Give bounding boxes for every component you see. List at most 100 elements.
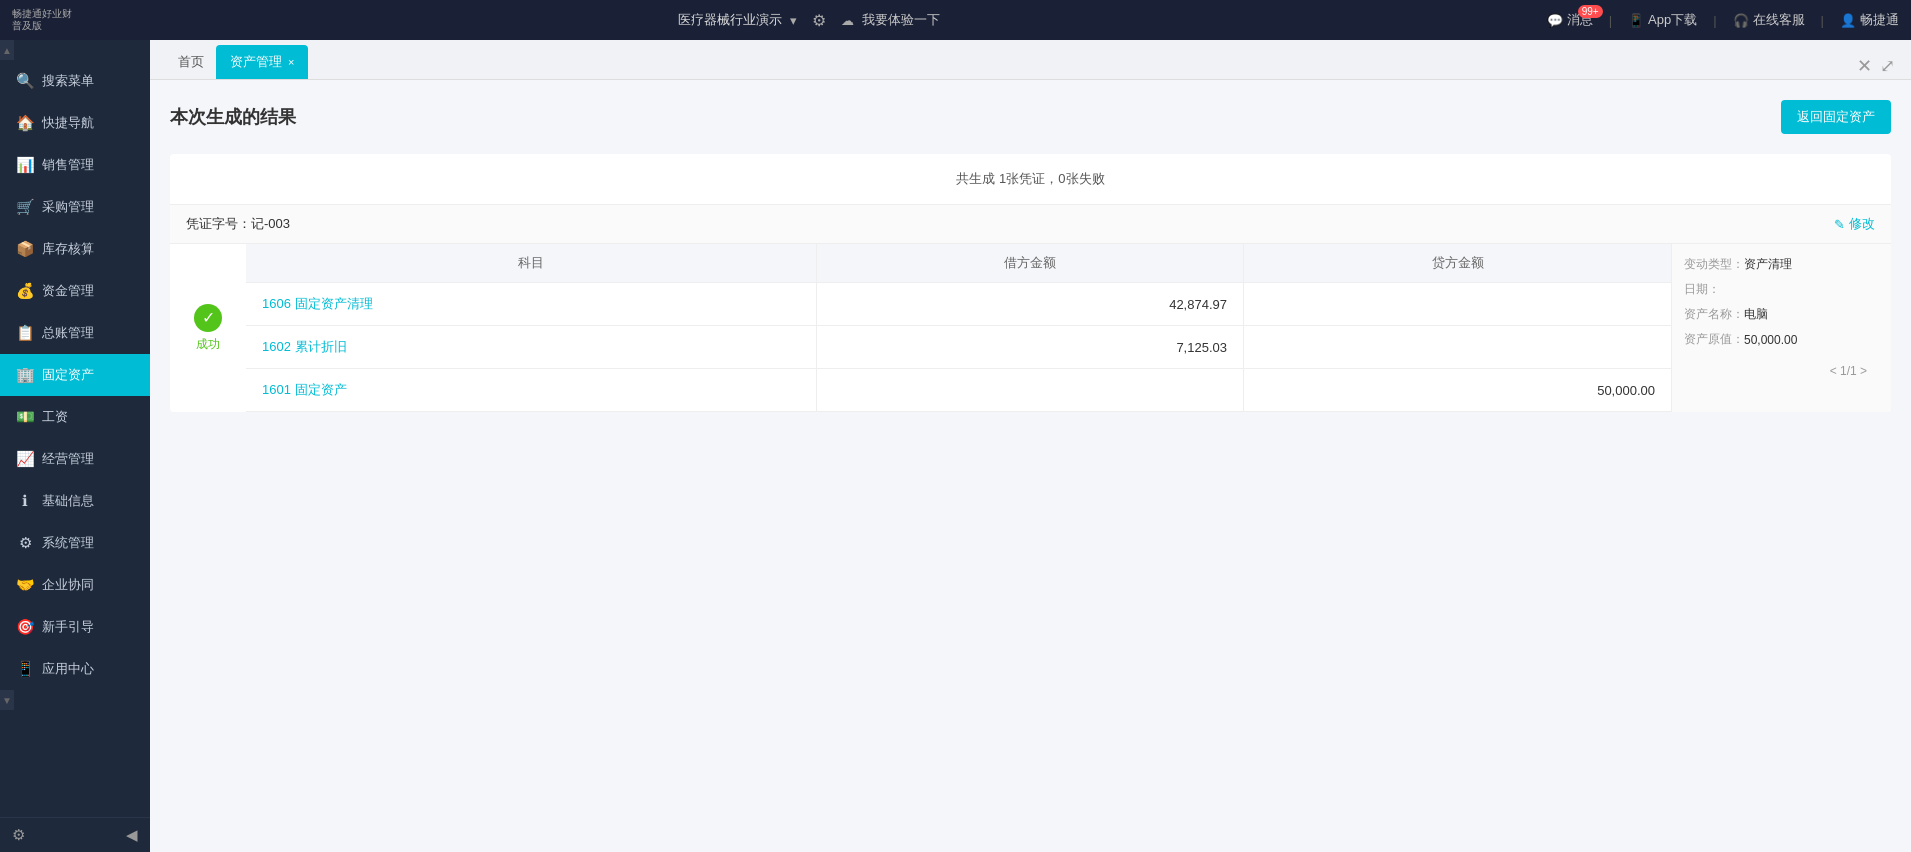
app-download-button[interactable]: 📱 App下载	[1628, 11, 1697, 29]
edit-icon: ✎	[1834, 217, 1845, 232]
sidebar-item-payroll[interactable]: 💵 工资	[0, 396, 150, 438]
user-label: 畅捷通	[1860, 11, 1899, 29]
page-title: 本次生成的结果	[170, 105, 296, 129]
content-area: 首页 资产管理 × 本次生成的结果 返回固定资产 共生成 1张凭证，0张失败 凭…	[150, 40, 1911, 852]
col-header-credit: 贷方金额	[1244, 244, 1672, 283]
voucher-table: 科目 借方金额 贷方金额 1606 固定资产清理 42,874.97	[246, 244, 1671, 412]
main-layout: ▲ 🔍 搜索菜单 🏠 快捷导航 📊 销售管理 🛒 采购管理 📦 库存核算 💰 资…	[0, 40, 1911, 852]
ops-icon: 📈	[16, 450, 34, 468]
settings-icon[interactable]: ⚙	[12, 826, 25, 844]
experience-icon: ☁	[841, 13, 854, 28]
sidebar-item-label: 搜索菜单	[42, 72, 94, 90]
detail-change-type: 变动类型： 资产清理	[1684, 256, 1879, 273]
sidebar-item-fixed-assets[interactable]: 🏢 固定资产	[0, 354, 150, 396]
success-indicator: ✓ 成功	[170, 244, 246, 412]
payroll-icon: 💵	[16, 408, 34, 426]
sidebar-item-ops[interactable]: 📈 经营管理	[0, 438, 150, 480]
finance-icon: 💰	[16, 282, 34, 300]
original-value-label: 资产原值：	[1684, 331, 1744, 348]
col-header-debit: 借方金额	[816, 244, 1244, 283]
sidebar-item-label: 总账管理	[42, 324, 94, 342]
gear-icon[interactable]: ⚙	[805, 6, 833, 34]
subject-1601[interactable]: 1606 固定资产清理	[246, 283, 816, 326]
detail-panel: 变动类型： 资产清理 日期： 资产名称： 电脑	[1671, 244, 1891, 412]
sidebar-item-label: 企业协同	[42, 576, 94, 594]
sidebar-item-label: 工资	[42, 408, 68, 426]
detail-asset-name: 资产名称： 电脑	[1684, 306, 1879, 323]
sidebar-scroll-down[interactable]: ▼	[0, 690, 14, 710]
credit-1603: 50,000.00	[1244, 369, 1672, 412]
home-icon: 🏠	[16, 114, 34, 132]
original-value-value: 50,000.00	[1744, 333, 1797, 347]
col-header-subject: 科目	[246, 244, 816, 283]
app-logo: 畅捷通好业财 普及版	[12, 8, 72, 32]
sidebar-item-label: 固定资产	[42, 366, 94, 384]
inventory-icon: 📦	[16, 240, 34, 258]
fixed-assets-icon: 🏢	[16, 366, 34, 384]
tab-asset-label: 资产管理	[230, 53, 282, 71]
sidebar-item-collab[interactable]: 🤝 企业协同	[0, 564, 150, 606]
tab-home-label: 首页	[178, 54, 204, 69]
voucher-number: 凭证字号：记-003	[186, 215, 290, 233]
sidebar: ▲ 🔍 搜索菜单 🏠 快捷导航 📊 销售管理 🛒 采购管理 📦 库存核算 💰 资…	[0, 40, 150, 852]
edit-button[interactable]: ✎ 修改	[1834, 215, 1875, 233]
debit-1603	[816, 369, 1244, 412]
sidebar-item-system[interactable]: ⚙ 系统管理	[0, 522, 150, 564]
debit-1601: 42,874.97	[816, 283, 1244, 326]
service-icon: 🎧	[1733, 13, 1749, 28]
tab-home[interactable]: 首页	[166, 45, 216, 79]
message-icon: 💬	[1547, 13, 1563, 28]
app-download-label: App下载	[1648, 11, 1697, 29]
result-summary: 共生成 1张凭证，0张失败	[170, 154, 1891, 205]
asset-name-label: 资产名称：	[1684, 306, 1744, 323]
debit-1602: 7,125.03	[816, 326, 1244, 369]
basic-icon: ℹ	[16, 492, 34, 510]
sidebar-item-search[interactable]: 🔍 搜索菜单	[0, 60, 150, 102]
company-name: 医疗器械行业演示	[678, 11, 782, 29]
sidebar-item-label: 销售管理	[42, 156, 94, 174]
sidebar-item-label: 新手引导	[42, 618, 94, 636]
sidebar-item-quicknav[interactable]: 🏠 快捷导航	[0, 102, 150, 144]
sidebar-scroll-up[interactable]: ▲	[0, 40, 14, 60]
sidebar-item-inventory[interactable]: 📦 库存核算	[0, 228, 150, 270]
subject-1603[interactable]: 1601 固定资产	[246, 369, 816, 412]
sidebar-item-finance[interactable]: 💰 资金管理	[0, 270, 150, 312]
result-panel: 共生成 1张凭证，0张失败 凭证字号：记-003 ✎ 修改 ✓	[170, 154, 1891, 412]
sidebar-item-sales[interactable]: 📊 销售管理	[0, 144, 150, 186]
tab-close-icon[interactable]: ×	[288, 56, 294, 68]
sidebar-bottom: ⚙ ◀	[0, 817, 150, 852]
tab-bar: 首页 资产管理 ×	[150, 40, 1911, 80]
table-row: 1602 累计折旧 7,125.03	[246, 326, 1671, 369]
tab-asset-management[interactable]: 资产管理 ×	[216, 45, 308, 79]
sidebar-item-guide[interactable]: 🎯 新手引导	[0, 606, 150, 648]
return-button[interactable]: 返回固定资产	[1781, 100, 1891, 134]
service-button[interactable]: 🎧 在线客服	[1733, 11, 1805, 29]
pagination[interactable]: < 1/1 >	[1684, 356, 1879, 386]
user-icon: 👤	[1840, 13, 1856, 28]
experience-label[interactable]: 我要体验一下	[862, 11, 940, 29]
sales-icon: 📊	[16, 156, 34, 174]
voucher-body: ✓ 成功 科目 借方金额 贷方金额	[170, 244, 1891, 412]
table-row: 1601 固定资产 50,000.00	[246, 369, 1671, 412]
topbar: 畅捷通好业财 普及版 医疗器械行业演示 ▾ ⚙ ☁ 我要体验一下 💬 消息 99…	[0, 0, 1911, 40]
messages-button[interactable]: 💬 消息 99+	[1547, 11, 1593, 29]
apps-icon: 📱	[16, 660, 34, 678]
sidebar-item-apps[interactable]: 📱 应用中心	[0, 648, 150, 690]
sidebar-item-purchase[interactable]: 🛒 采购管理	[0, 186, 150, 228]
topbar-right: 💬 消息 99+ | 📱 App下载 | 🎧 在线客服 | 👤 畅捷通	[1547, 11, 1899, 29]
sidebar-item-label: 快捷导航	[42, 114, 94, 132]
dropdown-icon[interactable]: ▾	[790, 13, 797, 28]
detail-date: 日期：	[1684, 281, 1879, 298]
user-button[interactable]: 👤 畅捷通	[1840, 11, 1899, 29]
sidebar-item-ledger[interactable]: 📋 总账管理	[0, 312, 150, 354]
subject-1602[interactable]: 1602 累计折旧	[246, 326, 816, 369]
collapse-icon[interactable]: ◀	[126, 826, 138, 844]
page-content: 本次生成的结果 返回固定资产 共生成 1张凭证，0张失败 凭证字号：记-003 …	[150, 80, 1911, 852]
page-title-row: 本次生成的结果 返回固定资产	[170, 100, 1891, 134]
service-label: 在线客服	[1753, 11, 1805, 29]
table-row: 1606 固定资产清理 42,874.97	[246, 283, 1671, 326]
ledger-icon: 📋	[16, 324, 34, 342]
voucher-section: 凭证字号：记-003 ✎ 修改 ✓ 成功	[170, 205, 1891, 412]
asset-name-value: 电脑	[1744, 306, 1768, 323]
sidebar-item-basic[interactable]: ℹ 基础信息	[0, 480, 150, 522]
